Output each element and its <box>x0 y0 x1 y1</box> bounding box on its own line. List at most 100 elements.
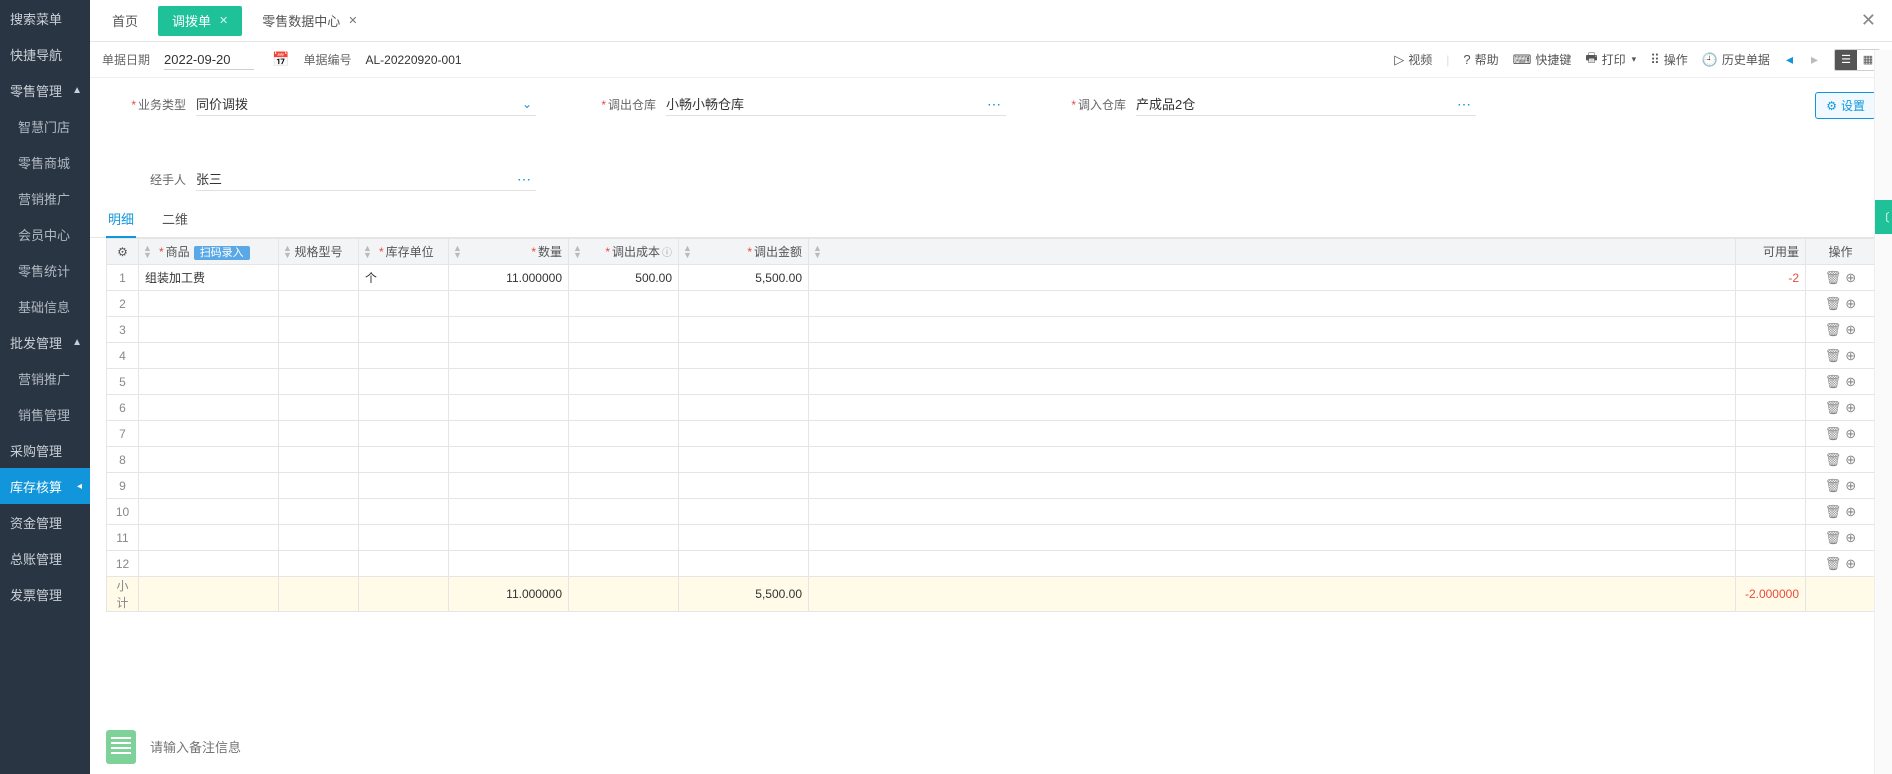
sidebar-item-fund-mgmt[interactable]: 资金管理 <box>0 504 90 540</box>
delete-icon[interactable]: 🗑 <box>1825 296 1842 311</box>
add-icon[interactable]: ⊕ <box>1845 400 1856 415</box>
col-blank[interactable]: ▲▼ <box>809 239 1736 265</box>
cell-spec[interactable] <box>279 265 359 291</box>
sidebar-item-ledger-mgmt[interactable]: 总账管理 <box>0 540 90 576</box>
subtab-detail[interactable]: 明细 <box>106 203 136 238</box>
video-button[interactable]: ▷视频 <box>1394 51 1432 68</box>
operate-button[interactable]: ⠿操作 <box>1650 51 1688 68</box>
date-input[interactable] <box>164 50 254 70</box>
subtab-2d[interactable]: 二维 <box>160 203 190 237</box>
delete-icon[interactable]: 🗑 <box>1825 322 1842 337</box>
note-icon[interactable] <box>106 730 136 764</box>
table-row[interactable]: 9🗑⊕ <box>107 473 1876 499</box>
add-icon[interactable]: ⊕ <box>1845 530 1856 545</box>
in-warehouse-input[interactable] <box>1136 92 1476 116</box>
col-product[interactable]: ▲▼*商品扫码录入 <box>139 239 279 265</box>
delete-icon[interactable]: 🗑 <box>1825 556 1842 571</box>
cell-out-amount[interactable]: 5,500.00 <box>679 265 809 291</box>
delete-icon[interactable]: 🗑 <box>1825 426 1842 441</box>
calendar-icon[interactable]: 📅 <box>272 51 289 68</box>
rail-expand-button[interactable]: 〔 <box>1875 200 1892 234</box>
cell-blank[interactable] <box>809 265 1736 291</box>
table-row[interactable]: 1 组装加工费 个 11.000000 500.00 5,500.00 -2 🗑… <box>107 265 1876 291</box>
chevron-down-icon[interactable]: ⌄ <box>522 97 532 111</box>
cell-unit[interactable]: 个 <box>359 265 449 291</box>
sidebar-item-retail-mall[interactable]: 零售商城 <box>0 144 90 180</box>
more-icon[interactable]: ⋯ <box>987 96 1002 113</box>
add-icon[interactable]: ⊕ <box>1845 270 1856 285</box>
delete-icon[interactable]: 🗑 <box>1825 400 1842 415</box>
add-icon[interactable]: ⊕ <box>1845 322 1856 337</box>
add-icon[interactable]: ⊕ <box>1845 478 1856 493</box>
col-unit[interactable]: ▲▼*库存单位 <box>359 239 449 265</box>
sidebar-item-member-center[interactable]: 会员中心 <box>0 216 90 252</box>
cell-product[interactable]: 组装加工费 <box>139 265 279 291</box>
sidebar-item-invoice-mgmt[interactable]: 发票管理 <box>0 576 90 612</box>
add-icon[interactable]: ⊕ <box>1845 504 1856 519</box>
delete-icon[interactable]: 🗑 <box>1825 348 1842 363</box>
add-icon[interactable]: ⊕ <box>1845 556 1856 571</box>
col-out-cost[interactable]: ▲▼*调出成本ⓘ <box>569 239 679 265</box>
handler-input[interactable] <box>196 167 536 191</box>
table-row[interactable]: 11🗑⊕ <box>107 525 1876 551</box>
add-icon[interactable]: ⊕ <box>1845 452 1856 467</box>
sidebar-item-inventory[interactable]: 库存核算◂ <box>0 468 90 504</box>
add-icon[interactable]: ⊕ <box>1845 348 1856 363</box>
shortcut-button[interactable]: ⌨快捷键 <box>1513 51 1572 68</box>
sidebar-item-basic-info[interactable]: 基础信息 <box>0 288 90 324</box>
more-icon[interactable]: ⋯ <box>1457 96 1472 113</box>
add-icon[interactable]: ⊕ <box>1845 374 1856 389</box>
table-row[interactable]: 10🗑⊕ <box>107 499 1876 525</box>
history-button[interactable]: 🕘历史单据 <box>1702 51 1770 68</box>
help-button[interactable]: ?帮助 <box>1463 51 1498 68</box>
tab-transfer-order[interactable]: 调拨单✕ <box>158 6 242 36</box>
more-icon[interactable]: ⋯ <box>517 171 532 188</box>
sidebar-item-wholesale-mgmt[interactable]: 批发管理▲ <box>0 324 90 360</box>
col-out-amount[interactable]: ▲▼*调出金额 <box>679 239 809 265</box>
col-qty[interactable]: ▲▼*数量 <box>449 239 569 265</box>
sidebar-item-smart-store[interactable]: 智慧门店 <box>0 108 90 144</box>
table-row[interactable]: 12🗑⊕ <box>107 551 1876 577</box>
sidebar-item-marketing[interactable]: 营销推广 <box>0 180 90 216</box>
tab-home[interactable]: 首页 <box>98 6 152 36</box>
sidebar-item-search-menu[interactable]: 搜索菜单 <box>0 0 90 36</box>
delete-icon[interactable]: 🗑 <box>1825 374 1842 389</box>
table-row[interactable]: 2🗑⊕ <box>107 291 1876 317</box>
sidebar-item-retail-mgmt[interactable]: 零售管理▲ <box>0 72 90 108</box>
table-row[interactable]: 3🗑⊕ <box>107 317 1876 343</box>
cell-qty[interactable]: 11.000000 <box>449 265 569 291</box>
table-row[interactable]: 8🗑⊕ <box>107 447 1876 473</box>
delete-icon[interactable]: 🗑 <box>1825 270 1842 285</box>
table-row[interactable]: 5🗑⊕ <box>107 369 1876 395</box>
biz-type-select[interactable] <box>196 92 536 116</box>
sidebar-item-retail-stats[interactable]: 零售统计 <box>0 252 90 288</box>
next-button[interactable]: ▸ <box>1809 51 1820 68</box>
close-icon[interactable]: ✕ <box>348 14 357 27</box>
cell-out-cost[interactable]: 500.00 <box>569 265 679 291</box>
add-icon[interactable]: ⊕ <box>1845 296 1856 311</box>
delete-icon[interactable]: 🗑 <box>1825 530 1842 545</box>
table-row[interactable]: 6🗑⊕ <box>107 395 1876 421</box>
barcode-button[interactable]: 扫码录入 <box>194 246 250 260</box>
tab-retail-data-center[interactable]: 零售数据中心✕ <box>248 6 371 36</box>
table-row[interactable]: 7🗑⊕ <box>107 421 1876 447</box>
list-view-icon[interactable]: ☰ <box>1835 50 1857 70</box>
print-button[interactable]: 🖶打印▾ <box>1585 49 1636 71</box>
sidebar-item-purchase-mgmt[interactable]: 采购管理 <box>0 432 90 468</box>
delete-icon[interactable]: 🗑 <box>1825 478 1842 493</box>
sidebar-item-marketing-2[interactable]: 营销推广 <box>0 360 90 396</box>
close-icon[interactable]: ✕ <box>219 14 228 27</box>
table-row[interactable]: 4🗑⊕ <box>107 343 1876 369</box>
sidebar-item-sales-mgmt[interactable]: 销售管理 <box>0 396 90 432</box>
col-spec[interactable]: ▲▼规格型号 <box>279 239 359 265</box>
prev-button[interactable]: ◂ <box>1784 51 1795 68</box>
out-warehouse-input[interactable] <box>666 92 1006 116</box>
col-avail[interactable]: 可用量 <box>1736 239 1806 265</box>
gear-header[interactable]: ⚙ <box>107 239 139 265</box>
add-icon[interactable]: ⊕ <box>1845 426 1856 441</box>
remark-input[interactable] <box>150 740 550 755</box>
sidebar-item-quick-nav[interactable]: 快捷导航 <box>0 36 90 72</box>
settings-button[interactable]: ⚙设置 <box>1815 92 1876 119</box>
delete-icon[interactable]: 🗑 <box>1825 504 1842 519</box>
close-all-icon[interactable]: ✕ <box>1861 10 1876 31</box>
